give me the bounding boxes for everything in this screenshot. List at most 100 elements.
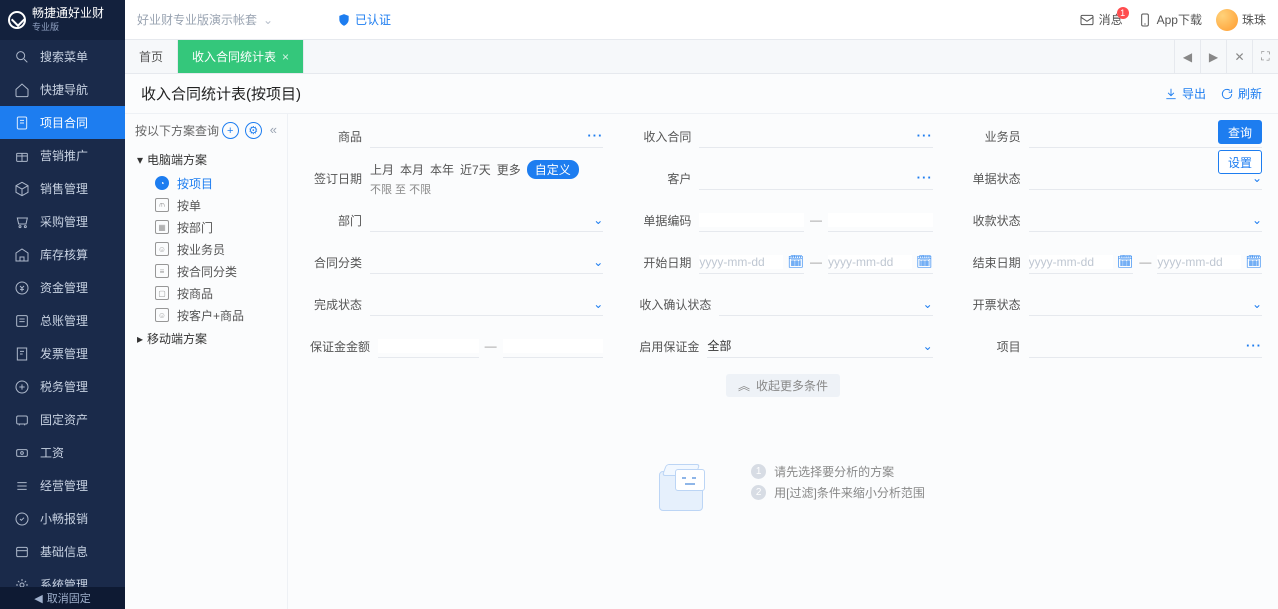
nav-expense[interactable]: 小畅报销 (0, 502, 125, 535)
scheme-item-class[interactable]: ≡按合同分类 (125, 260, 287, 282)
scheme-setting-button[interactable]: ⚙ (245, 122, 262, 139)
nav-tax[interactable]: 税务管理 (0, 370, 125, 403)
nav-basic[interactable]: 基础信息 (0, 535, 125, 568)
setting-button[interactable]: 设置 (1218, 150, 1262, 174)
app-download-button[interactable]: App下载 (1137, 11, 1202, 28)
calendar-icon[interactable]: 🗓 (916, 254, 933, 270)
more-icon[interactable]: ··· (917, 170, 933, 185)
chip-custom[interactable]: 自定义 (527, 160, 579, 179)
select-invoice-status[interactable]: ⌄ (1029, 292, 1262, 316)
input-project[interactable]: ··· (1029, 334, 1262, 358)
chip-this-year[interactable]: 本年 (430, 161, 454, 178)
input-end-date-from[interactable]: 🗓 (1029, 250, 1134, 274)
asset-icon (14, 412, 30, 428)
nav-system[interactable]: 系统管理 (0, 568, 125, 587)
tab-current[interactable]: 收入合同统计表 × (178, 40, 304, 73)
input-end-date-to[interactable]: 🗓 (1157, 250, 1262, 274)
person-icon: ☺ (155, 242, 169, 256)
chevron-down-icon: ⌄ (263, 13, 273, 27)
step-2-badge: 2 (751, 485, 766, 500)
select-receive-status[interactable]: ⌄ (1029, 208, 1262, 232)
collapse-more-button[interactable]: ︽ 收起更多条件 (726, 374, 840, 397)
nav-quicknav[interactable]: 快捷导航 (0, 73, 125, 106)
scheme-item-bill[interactable]: ⫙按单 (125, 194, 287, 216)
gift-icon (14, 148, 30, 164)
refresh-icon (1220, 87, 1234, 101)
input-bill-no-from[interactable] (699, 208, 804, 232)
more-icon[interactable]: ··· (1246, 338, 1262, 353)
nav-operation[interactable]: 经营管理 (0, 469, 125, 502)
gear-icon (14, 577, 30, 588)
scheme-group-mobile[interactable]: ▸移动端方案 (125, 326, 287, 351)
tax-icon (14, 379, 30, 395)
scheme-item-dept[interactable]: ▦按部门 (125, 216, 287, 238)
scheme-item-project[interactable]: ◔按项目 (125, 172, 295, 194)
chip-last-month[interactable]: 上月 (370, 161, 394, 178)
chevron-up-icon: ︽ (738, 377, 750, 394)
more-icon[interactable]: ··· (917, 128, 933, 143)
export-button[interactable]: 导出 (1164, 85, 1206, 102)
select-finish-status[interactable]: ⌄ (370, 292, 603, 316)
refresh-button[interactable]: 刷新 (1220, 85, 1262, 102)
nav-invoice[interactable]: 发票管理 (0, 337, 125, 370)
messages-button[interactable]: 消息 1 (1079, 11, 1123, 28)
chip-more[interactable]: 更多 (497, 161, 521, 178)
tab-prev[interactable]: ◀ (1174, 40, 1200, 73)
home-icon (14, 82, 30, 98)
select-dept[interactable]: ⌄ (370, 208, 603, 232)
tab-fullscreen[interactable]: ⛶ (1252, 40, 1278, 73)
query-button[interactable]: 查询 (1218, 120, 1262, 144)
tab-home[interactable]: 首页 (125, 40, 178, 73)
more-icon[interactable]: ··· (587, 128, 603, 143)
input-bill-no-to[interactable] (828, 208, 933, 232)
nav-funds[interactable]: 资金管理 (0, 271, 125, 304)
tab-close-all[interactable]: ✕ (1226, 40, 1252, 73)
input-deposit-from[interactable] (378, 334, 479, 358)
user-menu[interactable]: 珠珠 (1216, 9, 1266, 31)
calendar-icon[interactable]: 🗓 (1117, 254, 1134, 270)
chevron-down-icon: ⌄ (1252, 297, 1262, 311)
account-selector[interactable]: 好业财专业版演示帐套 ⌄ (137, 11, 307, 28)
label-project: 项目 (963, 338, 1021, 355)
scheme-item-salesman[interactable]: ☺按业务员 (125, 238, 287, 260)
nav-salary[interactable]: 工资 (0, 436, 125, 469)
input-goods[interactable]: ··· (370, 124, 603, 148)
chip-this-month[interactable]: 本月 (400, 161, 424, 178)
tab-next[interactable]: ▶ (1200, 40, 1226, 73)
input-customer[interactable]: ··· (699, 166, 932, 190)
scheme-group-pc[interactable]: ▾电脑端方案 (125, 147, 287, 172)
box-icon: ▢ (155, 286, 169, 300)
nav-ledger[interactable]: 总账管理 (0, 304, 125, 337)
select-enable-deposit[interactable]: 全部⌄ (707, 334, 932, 358)
select-confirm-status[interactable]: ⌄ (719, 292, 932, 316)
label-end-date: 结束日期 (963, 254, 1021, 271)
calendar-icon[interactable]: 🗓 (1245, 254, 1262, 270)
nav-sales[interactable]: 销售管理 (0, 172, 125, 205)
chevron-down-icon: ⌄ (1252, 213, 1262, 227)
scheme-item-goods[interactable]: ▢按商品 (125, 282, 287, 304)
top-bar: 好业财专业版演示帐套 ⌄ 已认证 消息 1 App下载 珠珠 (125, 0, 1278, 40)
brand-logo-icon (8, 11, 26, 29)
input-deposit-to[interactable] (503, 334, 604, 358)
nav-search[interactable]: 搜索菜单 (0, 40, 125, 73)
add-scheme-button[interactable]: + (222, 122, 239, 139)
select-contract-class[interactable]: ⌄ (370, 250, 603, 274)
input-start-date-from[interactable]: 🗓 (699, 250, 804, 274)
nav-inventory[interactable]: 库存核算 (0, 238, 125, 271)
nav-project-contract[interactable]: 项目合同 (0, 106, 125, 139)
label-goods: 商品 (304, 128, 362, 145)
nav-assets[interactable]: 固定资产 (0, 403, 125, 436)
nav-marketing[interactable]: 营销推广 (0, 139, 125, 172)
chip-7days[interactable]: 近7天 (460, 161, 491, 178)
input-start-date-to[interactable]: 🗓 (828, 250, 933, 274)
collapse-panel-icon[interactable]: « (270, 122, 277, 139)
nav-purchase[interactable]: 采购管理 (0, 205, 125, 238)
calendar-icon[interactable]: 🗓 (787, 254, 804, 270)
scheme-item-customer-goods[interactable]: ☺按客户+商品 (125, 304, 287, 326)
pin-icon: ◀ (34, 592, 42, 605)
pin-toggle[interactable]: ◀取消固定 (0, 587, 125, 609)
sidebar: 畅捷通好业财 专业版 搜索菜单 快捷导航 项目合同 营销推广 销售管理 采购管理… (0, 0, 125, 609)
date-chips: 上月 本月 本年 近7天 更多 自定义 (370, 160, 579, 179)
input-income-contract[interactable]: ··· (699, 124, 932, 148)
close-icon[interactable]: × (282, 50, 289, 64)
